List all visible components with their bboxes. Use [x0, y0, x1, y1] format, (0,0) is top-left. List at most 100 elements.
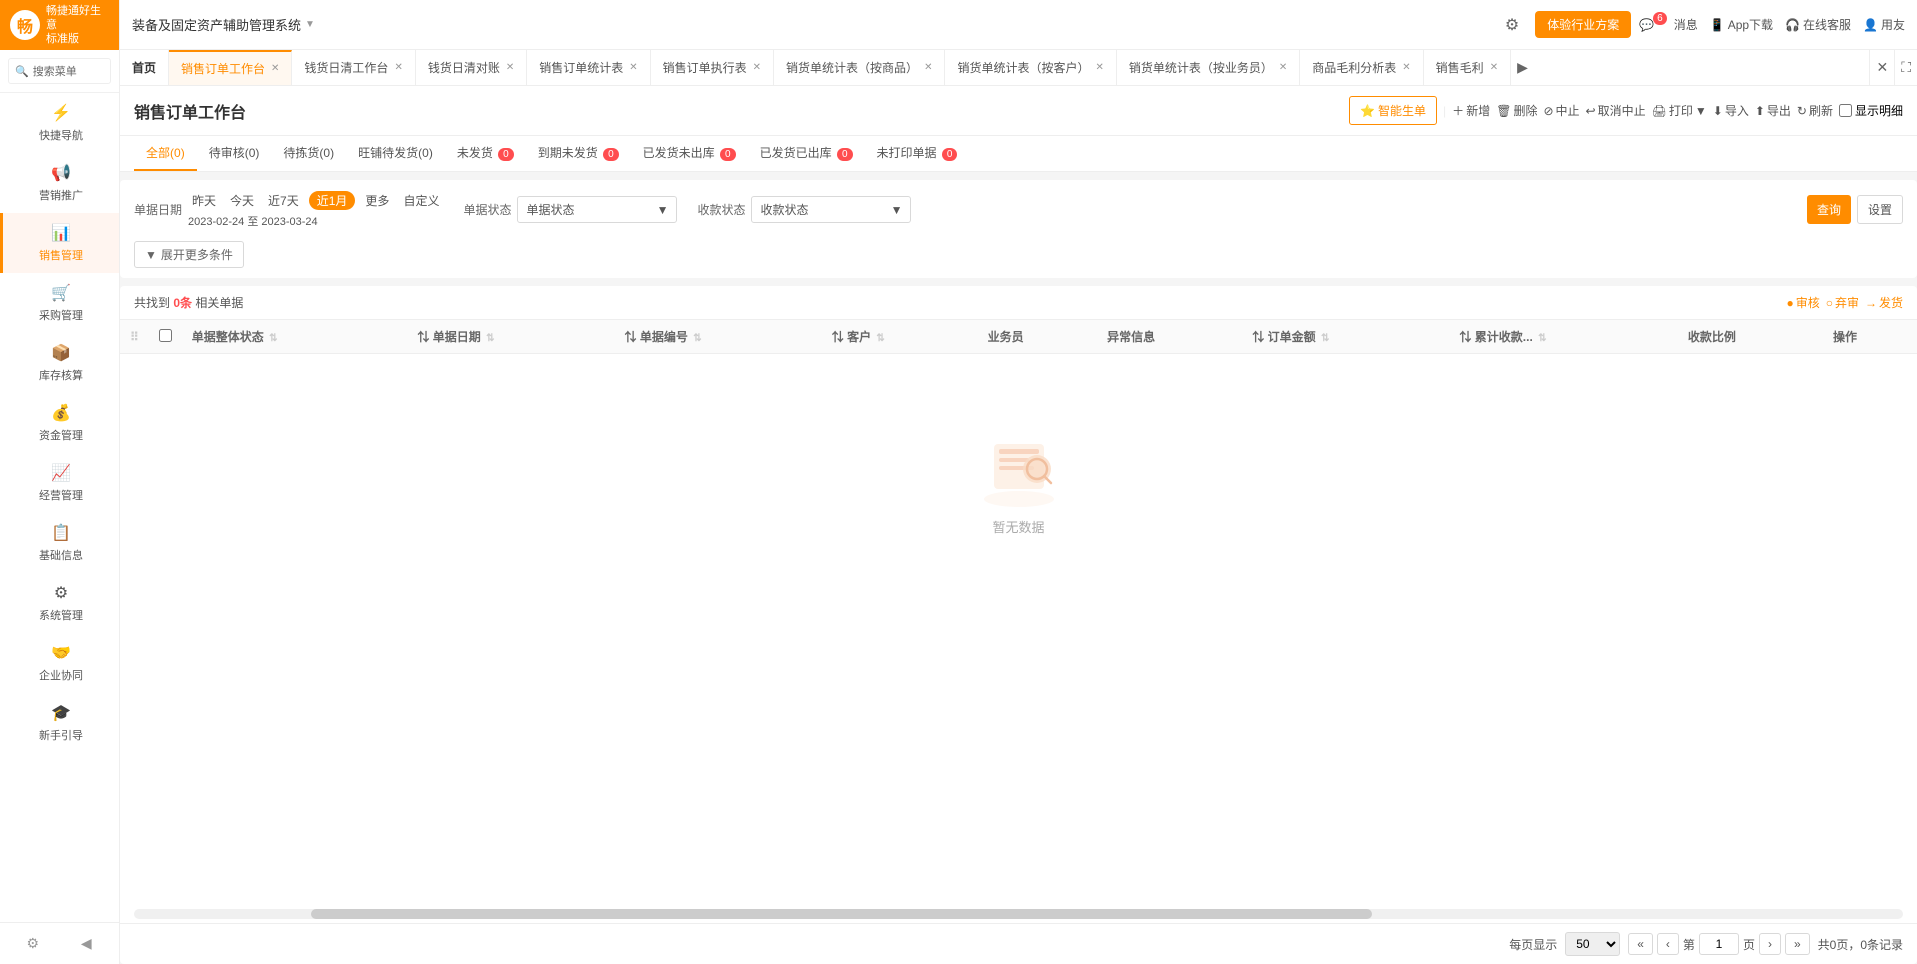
sub-tab-shipped-not-warehoused[interactable]: 已发货未出库 0 — [631, 136, 748, 171]
sidebar-item-marketing[interactable]: 📢 营销推广 — [0, 153, 119, 213]
expand-more-section: ▼ 展开更多条件 — [134, 235, 1903, 268]
tab-close-all-button[interactable]: ✕ — [1869, 50, 1894, 86]
select-all-checkbox[interactable] — [159, 329, 172, 342]
industry-solution-button[interactable]: 体验行业方案 — [1535, 11, 1631, 38]
cancel-review-icon: ○ — [1826, 296, 1833, 310]
sidebar-item-operations[interactable]: 📈 经营管理 — [0, 453, 119, 513]
date-option-custom[interactable]: 自定义 — [399, 190, 443, 211]
search-icon: 🔍 — [15, 65, 29, 78]
tab-home[interactable]: 首页 — [120, 50, 169, 86]
tab-cash-reconcile[interactable]: 钱货日清对账 ✕ — [416, 50, 527, 86]
sidebar-item-basic-info[interactable]: 📋 基础信息 — [0, 513, 119, 573]
tab-sales-workbench[interactable]: 销售订单工作台 ✕ — [169, 50, 292, 86]
tab-sales-summary-staff[interactable]: 销货单统计表（按业务员） ✕ — [1117, 50, 1300, 86]
sidebar-item-purchase[interactable]: 🛒 采购管理 — [0, 273, 119, 333]
refresh-button[interactable]: ↻ 刷新 — [1797, 102, 1833, 119]
sub-tab-not-shipped[interactable]: 未发货 0 — [445, 136, 526, 171]
tab-sales-profit[interactable]: 销售毛利 ✕ — [1424, 50, 1511, 86]
user-button[interactable]: 👤 用友 — [1863, 16, 1905, 33]
date-option-last1month[interactable]: 近1月 — [309, 191, 356, 210]
tab-cash-daily[interactable]: 钱货日清工作台 ✕ — [292, 50, 415, 86]
topbar-settings-button[interactable]: ⚙ — [1505, 15, 1519, 35]
sidebar-item-guide[interactable]: 🎓 新手引导 — [0, 693, 119, 753]
app-download-button[interactable]: 📱 App下载 — [1710, 16, 1773, 33]
sidebar-item-inventory[interactable]: 📦 库存核算 — [0, 333, 119, 393]
headset-icon: 🎧 — [1785, 18, 1800, 32]
print-button[interactable]: 🖨 打印 ▼ — [1652, 102, 1707, 119]
sidebar-collapse-button[interactable]: ◀ — [62, 931, 112, 956]
tab-close-sales-workbench[interactable]: ✕ — [271, 63, 279, 74]
page-input[interactable] — [1699, 933, 1739, 955]
tab-sales-summary-product[interactable]: 销货单统计表（按商品） ✕ — [774, 50, 945, 86]
tab-close-sales-stats[interactable]: ✕ — [629, 62, 637, 73]
sidebar-item-enterprise[interactable]: 🤝 企业协同 — [0, 633, 119, 693]
cancel-stop-button[interactable]: ↩ 取消中止 — [1586, 102, 1646, 119]
sub-tab-overdue-not-shipped[interactable]: 到期未发货 0 — [526, 136, 631, 171]
date-option-today[interactable]: 今天 — [226, 190, 258, 211]
date-option-more[interactable]: 更多 — [361, 190, 393, 211]
tab-close-sales-summary-staff[interactable]: ✕ — [1279, 62, 1287, 73]
page-prev-button[interactable]: ‹ — [1657, 933, 1679, 955]
not-printed-badge: 0 — [942, 148, 958, 161]
tab-close-cash-reconcile[interactable]: ✕ — [506, 62, 514, 73]
page-last-button[interactable]: » — [1785, 933, 1810, 955]
sort-amount-icon: ⇅ — [1252, 330, 1264, 344]
total-records-label: 共0页，0条记录 — [1818, 936, 1903, 953]
delete-button[interactable]: 🗑 删除 — [1496, 102, 1537, 119]
sub-tab-pending-review[interactable]: 待审核(0) — [197, 136, 272, 171]
review-button[interactable]: ● 审核 — [1786, 294, 1819, 311]
horizontal-scrollbar[interactable] — [134, 909, 1903, 919]
shipped-not-warehoused-badge: 0 — [720, 148, 736, 161]
sidebar-item-finance[interactable]: 💰 资金管理 — [0, 393, 119, 453]
message-button[interactable]: 💬 6 消息 — [1639, 16, 1698, 33]
tab-goods-margin[interactable]: 商品毛利分析表 ✕ — [1300, 50, 1423, 86]
tab-sales-stats[interactable]: 销售订单统计表 ✕ — [527, 50, 650, 86]
sub-tab-shipped-warehoused[interactable]: 已发货已出库 0 — [748, 136, 865, 171]
tab-sales-summary-customer[interactable]: 销货单统计表（按客户） ✕ — [945, 50, 1116, 86]
page-next-button[interactable]: › — [1759, 933, 1781, 955]
sub-tab-pending-pickup[interactable]: 待拣货(0) — [271, 136, 346, 171]
per-page-select[interactable]: 50 100 200 — [1565, 932, 1620, 956]
sub-tab-wangpu[interactable]: 旺铺待发货(0) — [346, 136, 445, 171]
sub-tab-all[interactable]: 全部(0) — [134, 136, 197, 171]
expand-more-button[interactable]: ▼ 展开更多条件 — [134, 241, 244, 268]
cancel-review-button[interactable]: ○ 弃审 — [1826, 294, 1859, 311]
sidebar-item-quick-nav[interactable]: ⚡ 快捷导航 — [0, 93, 119, 153]
smart-create-button[interactable]: ⭐ 智能生单 — [1349, 96, 1437, 125]
filter-settings-button[interactable]: 设置 — [1857, 195, 1903, 224]
date-option-yesterday[interactable]: 昨天 — [188, 190, 220, 211]
page-first-button[interactable]: « — [1628, 933, 1653, 955]
search-menu-button[interactable]: 🔍 搜索菜单 — [8, 58, 111, 84]
import-button[interactable]: ⬇ 导入 — [1713, 102, 1749, 119]
tab-fullscreen-button[interactable]: ⛶ — [1894, 50, 1917, 86]
query-button[interactable]: 查询 — [1807, 195, 1851, 224]
payment-select[interactable]: 收款状态 ▼ — [751, 196, 911, 223]
export-button[interactable]: ⬆ 导出 — [1755, 102, 1791, 119]
tab-close-sales-exec[interactable]: ✕ — [753, 62, 761, 73]
filter-row-1: 单据日期 昨天 今天 近7天 近1月 更多 自定义 2023-02-24 至 2… — [134, 190, 1903, 229]
overdue-badge: 0 — [603, 148, 619, 161]
tab-bar-actions: ✕ ⛶ — [1869, 50, 1917, 86]
tab-close-sales-summary-customer[interactable]: ✕ — [1095, 62, 1103, 73]
sub-tab-not-printed[interactable]: 未打印单据 0 — [865, 136, 970, 171]
online-service-button[interactable]: 🎧 在线客服 — [1785, 16, 1851, 33]
show-detail-checkbox[interactable] — [1839, 104, 1852, 117]
tab-close-sales-summary-product[interactable]: ✕ — [924, 62, 932, 73]
date-option-last7[interactable]: 近7天 — [264, 190, 303, 211]
empty-state: 暂无数据 — [120, 354, 1917, 596]
status-select[interactable]: 单据状态 ▼ — [517, 196, 677, 223]
sidebar-item-sales[interactable]: 📊 销售管理 — [0, 213, 119, 273]
sidebar: 畅 畅捷通好生意 标准版 🔍 搜索菜单 ⚡ 快捷导航 📢 营销推广 📊 销售管理… — [0, 0, 120, 964]
show-detail-label[interactable]: 显示明细 — [1839, 102, 1903, 119]
tab-sales-exec[interactable]: 销售订单执行表 ✕ — [651, 50, 774, 86]
stop-button[interactable]: ⊘ 中止 — [1543, 102, 1579, 119]
export-icon: ⬆ — [1755, 104, 1765, 118]
sidebar-settings-button[interactable]: ⚙ — [8, 931, 58, 956]
tab-close-cash-daily[interactable]: ✕ — [394, 62, 402, 73]
ship-button[interactable]: → 发货 — [1865, 294, 1903, 311]
tab-close-goods-margin[interactable]: ✕ — [1402, 62, 1410, 73]
add-button[interactable]: ＋ 新增 — [1452, 102, 1490, 119]
tab-overflow-button[interactable]: ▶ — [1511, 59, 1534, 76]
sidebar-item-system[interactable]: ⚙ 系统管理 — [0, 573, 119, 633]
tab-close-sales-profit[interactable]: ✕ — [1490, 62, 1498, 73]
